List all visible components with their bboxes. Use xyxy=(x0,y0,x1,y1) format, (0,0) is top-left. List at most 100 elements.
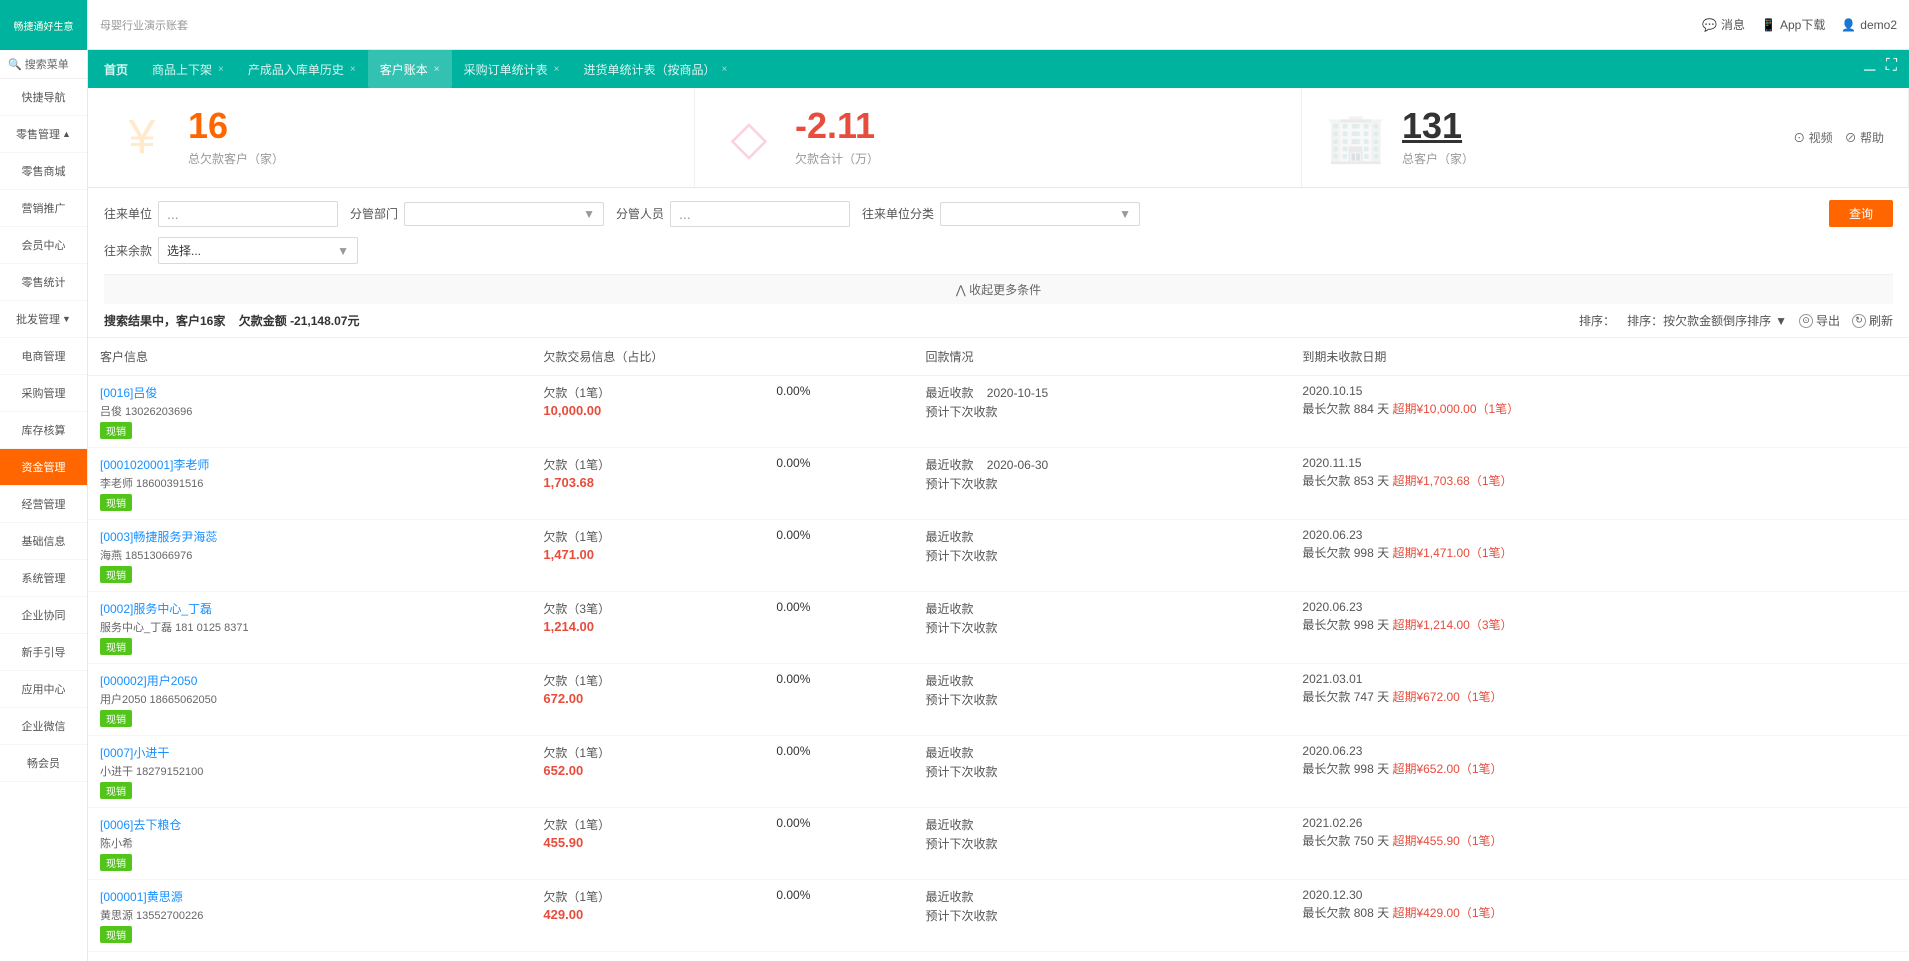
sidebar-item-retail-mgmt[interactable]: 零售管理 ▲ xyxy=(0,116,87,153)
debt-ratio-cell: 0.00% xyxy=(764,736,913,808)
debt-amount[interactable]: 1,703.68 xyxy=(543,475,752,490)
message-btn[interactable]: 💬 消息 xyxy=(1702,16,1745,33)
debt-amount[interactable]: 652.00 xyxy=(543,763,752,778)
filter-input-client[interactable]: ... xyxy=(158,201,338,227)
debt-ratio-cell: 0.00% xyxy=(764,520,913,592)
debt-amount[interactable]: 455.90 xyxy=(543,835,752,850)
filter-label-balance: 往来余款 xyxy=(104,242,152,259)
sidebar-item-quick-nav[interactable]: 快捷导航 xyxy=(0,79,87,116)
overdue-amount[interactable]: 超期¥1,214.00（3笔） xyxy=(1392,618,1512,632)
sidebar-item-enterprise[interactable]: 企业协同 xyxy=(0,597,87,634)
sidebar-item-member-plus[interactable]: 畅会员 xyxy=(0,745,87,782)
refresh-button[interactable]: ↻ 刷新 xyxy=(1852,312,1893,329)
tab-home[interactable]: 首页 xyxy=(92,50,140,88)
stats-bar: ¥ 16 总欠款客户（家） ◇ -2.11 欠款合计（万） 🏢 131 总客户（… xyxy=(88,88,1909,188)
recovery-cell: 最近收款 2020-10-15 预计下次收款 xyxy=(913,376,1290,448)
tab-close-icon[interactable]: × xyxy=(721,64,727,75)
sidebar-item-purchase[interactable]: 采购管理 xyxy=(0,375,87,412)
sidebar-item-marketing[interactable]: 营销推广 xyxy=(0,190,87,227)
filter-select-dept[interactable]: ▼ xyxy=(404,202,604,226)
table-header-row: 客户信息 欠款交易信息（占比） 回款情况 到期未收款日期 xyxy=(88,338,1909,376)
customer-info-cell: [0002]服务中心_丁磊 服务中心_丁磊 181 0125 8371 现销 xyxy=(88,592,531,664)
sidebar-item-basic-info[interactable]: 基础信息 xyxy=(0,523,87,560)
customer-name[interactable]: [000002]用户2050 xyxy=(100,672,519,689)
sidebar-item-wechat[interactable]: 企业微信 xyxy=(0,708,87,745)
customer-name[interactable]: [0006]去下粮仓 xyxy=(100,816,519,833)
customer-tag: 现销 xyxy=(100,422,132,439)
debt-amount[interactable]: 429.00 xyxy=(543,907,752,922)
debt-total-number: -2.11 xyxy=(795,108,879,144)
sidebar-item-wholesale[interactable]: 批发管理 ▼ xyxy=(0,301,87,338)
debt-customers-label: 总欠款客户（家） xyxy=(188,150,284,167)
tabbar: 首页 商品上下架 × 产成品入库单历史 × 客户账本 × 采购订单统计表 × 进… xyxy=(88,50,1909,88)
tab-close-icon[interactable]: × xyxy=(350,64,356,75)
filter-person: 分管人员 ... xyxy=(616,201,850,227)
stat-debt-total: ◇ -2.11 欠款合计（万） xyxy=(695,88,1302,187)
overdue-amount[interactable]: 超期¥1,471.00（1笔） xyxy=(1392,546,1512,560)
overdue-amount[interactable]: 超期¥1,703.68（1笔） xyxy=(1392,474,1512,488)
debt-amount[interactable]: 1,471.00 xyxy=(543,547,752,562)
tab-product-listing[interactable]: 商品上下架 × xyxy=(140,50,236,88)
filter-label-dept: 分管部门 xyxy=(350,205,398,222)
help-btn[interactable]: ⊘ 帮助 xyxy=(1845,129,1884,146)
user-avatar[interactable]: 👤 demo2 xyxy=(1841,18,1897,32)
customer-name[interactable]: [0016]吕俊 xyxy=(100,384,519,401)
filter-input-person[interactable]: ... xyxy=(670,201,850,227)
sidebar-item-system[interactable]: 系统管理 xyxy=(0,560,87,597)
sidebar-item-retail-mall[interactable]: 零售商城 xyxy=(0,153,87,190)
collapse-btn[interactable]: ⋀ 收起更多条件 xyxy=(104,274,1893,304)
overdue-amount[interactable]: 超期¥429.00（1笔） xyxy=(1392,906,1502,920)
sidebar-item-retail-stats[interactable]: 零售统计 xyxy=(0,264,87,301)
sort-button[interactable]: 排序：按欠款金额倒序排序 ▼ xyxy=(1627,312,1787,329)
sidebar-item-appstore[interactable]: 应用中心 xyxy=(0,671,87,708)
recovery-info: 最近收款 预计下次收款 xyxy=(925,600,1278,636)
tab-close-icon[interactable]: × xyxy=(554,64,560,75)
table-row: [000002]用户2050 用户2050 18665062050 现销 欠款（… xyxy=(88,664,1909,736)
filter-label-client: 往来单位 xyxy=(104,205,152,222)
sidebar-item-inventory[interactable]: 库存核算 xyxy=(0,412,87,449)
table-row: [0007]小进干 小进干 18279152100 现销 欠款（1笔） 652.… xyxy=(88,736,1909,808)
tab-close-icon[interactable]: × xyxy=(218,64,224,75)
sidebar-item-finance[interactable]: 资金管理 xyxy=(0,449,87,486)
col-customer-info: 客户信息 xyxy=(88,338,531,376)
maximize-icon[interactable]: ⛶ xyxy=(1886,57,1897,81)
stat-content-debt-total: -2.11 欠款合计（万） xyxy=(795,108,879,167)
sidebar-item-ecommerce[interactable]: 电商管理 xyxy=(0,338,87,375)
customer-name[interactable]: [000001]黄思源 xyxy=(100,888,519,905)
overdue-amount[interactable]: 超期¥10,000.00（1笔） xyxy=(1392,402,1519,416)
tab-customer-account[interactable]: 客户账本 × xyxy=(368,50,452,88)
tab-finished-goods[interactable]: 产成品入库单历史 × xyxy=(236,50,368,88)
debt-amount[interactable]: 10,000.00 xyxy=(543,403,752,418)
tab-close-icon[interactable]: × xyxy=(434,64,440,75)
customer-name[interactable]: [0002]服务中心_丁磊 xyxy=(100,600,519,617)
customer-tag: 现销 xyxy=(100,638,132,655)
stat-total-customers: 🏢 131 总客户（家） ⊙ 视频 ⊘ 帮助 xyxy=(1302,88,1909,187)
debt-info: 欠款（1笔） 455.90 xyxy=(543,816,752,850)
search-icon: 🔍 xyxy=(8,59,22,71)
overdue-amount[interactable]: 超期¥455.90（1笔） xyxy=(1392,834,1502,848)
debt-info: 欠款（1笔） 672.00 xyxy=(543,672,752,706)
filter-select-category[interactable]: ▼ xyxy=(940,202,1140,226)
sidebar-item-members[interactable]: 会员中心 xyxy=(0,227,87,264)
minimize-icon[interactable]: － xyxy=(1862,57,1878,81)
export-button[interactable]: ⊙ 导出 xyxy=(1799,312,1840,329)
debt-amount[interactable]: 1,214.00 xyxy=(543,619,752,634)
customer-name[interactable]: [0007]小进干 xyxy=(100,744,519,761)
overdue-amount[interactable]: 超期¥672.00（1笔） xyxy=(1392,690,1502,704)
overdue-amount[interactable]: 超期¥652.00（1笔） xyxy=(1392,762,1502,776)
filter-select-balance[interactable]: 选择... ▼ xyxy=(158,237,358,264)
main-content: 母婴行业演示账套 💬 消息 📱 App下载 👤 demo2 首页 商品上下架 ×… xyxy=(88,0,1909,961)
query-button[interactable]: 查询 xyxy=(1829,200,1893,227)
customer-name[interactable]: [0003]畅捷服务尹海蕊 xyxy=(100,528,519,545)
debt-amount[interactable]: 672.00 xyxy=(543,691,752,706)
sidebar-item-management[interactable]: 经营管理 xyxy=(0,486,87,523)
video-btn[interactable]: ⊙ 视频 xyxy=(1793,129,1832,146)
topbar-right: 💬 消息 📱 App下载 👤 demo2 xyxy=(1702,16,1897,33)
app-download-btn[interactable]: 📱 App下载 xyxy=(1761,16,1825,33)
sidebar-item-newbie[interactable]: 新手引导 xyxy=(0,634,87,671)
sidebar-search[interactable]: 🔍 搜索菜单 xyxy=(0,50,87,79)
table-row: [0016]吕俊 吕俊 13026203696 现销 欠款（1笔） 10,000… xyxy=(88,376,1909,448)
tab-purchase-goods-stats[interactable]: 进货单统计表（按商品） × xyxy=(571,50,739,88)
tab-purchase-stats[interactable]: 采购订单统计表 × xyxy=(452,50,572,88)
customer-name[interactable]: [0001020001]李老师 xyxy=(100,456,519,473)
